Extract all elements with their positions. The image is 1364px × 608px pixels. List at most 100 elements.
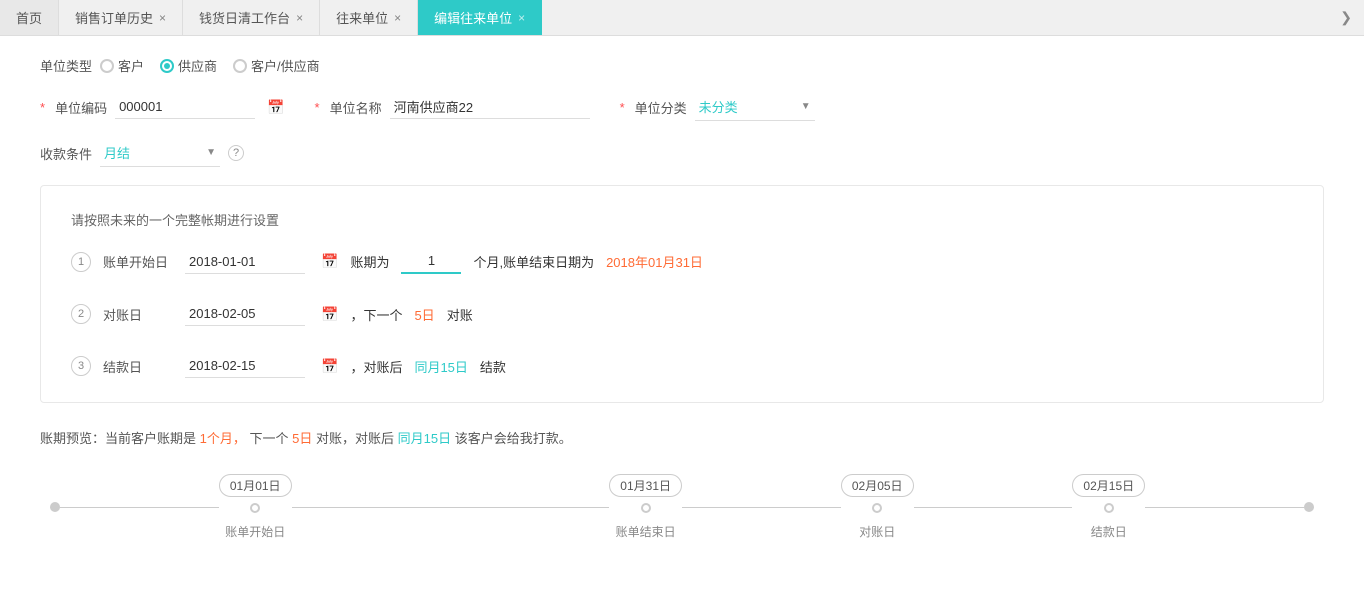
tab-home-label: 首页: [16, 8, 42, 27]
tab-partner-label: 往来单位: [336, 8, 388, 27]
tab-cash-desk-close[interactable]: ×: [296, 11, 303, 25]
tab-bar: 首页 销售订单历史 × 钱货日清工作台 × 往来单位 × 编辑往来单位 × ❯: [0, 0, 1364, 36]
unit-category-select[interactable]: 未分类 ▼: [695, 93, 815, 121]
unit-type-label: 单位类型: [40, 56, 92, 75]
timeline-visual-node-4: 02月15日 结款日: [1072, 474, 1145, 540]
timeline-line-3: [914, 507, 1073, 508]
tab-sales-history-close[interactable]: ×: [159, 11, 166, 25]
preview-reconcile: 5日: [292, 431, 312, 446]
timeline-period-unit: 个月,账单结束日期为: [473, 252, 594, 271]
tab-edit-partner-label: 编辑往来单位: [434, 8, 512, 27]
timeline-row2-prefix: ，下一个: [350, 305, 402, 324]
timeline-num-2: 2: [71, 304, 91, 324]
timeline-end-date: 2018年01月31日: [606, 252, 703, 271]
payment-terms-select[interactable]: 月结 ▼: [100, 139, 220, 167]
unit-code-required: *: [40, 100, 45, 115]
timeline-start-endpoint: [50, 502, 60, 512]
unit-name-label: 单位名称: [330, 98, 382, 117]
timeline-label-1: 账单开始日: [103, 252, 173, 271]
timeline-calendar-1-icon[interactable]: 📅: [321, 253, 338, 270]
unit-category-required: *: [620, 100, 625, 115]
unit-type-group: 单位类型 客户 供应商 客户/供应商: [40, 56, 320, 75]
timeline-visual-label-3: 对账日: [859, 523, 895, 540]
info-box: 请按照未来的一个完整帐期进行设置 1 账单开始日 📅 账期为 个月,账单结束日期…: [40, 185, 1324, 403]
tab-edit-partner-close[interactable]: ×: [518, 11, 525, 25]
timeline-visual-tag-1: 01月01日: [219, 474, 292, 497]
tab-expand-button[interactable]: ❯: [1328, 0, 1364, 35]
info-box-title: 请按照未来的一个完整帐期进行设置: [71, 210, 1293, 229]
unit-code-input[interactable]: [115, 95, 255, 119]
timeline-row3-prefix: ，对账后: [350, 357, 402, 376]
unit-name-required: *: [315, 100, 320, 115]
preview-mid: 下一个: [250, 431, 289, 446]
unit-code-label: 单位编码: [55, 98, 107, 117]
timeline-line-1: [292, 507, 610, 508]
unit-category-arrow-icon: ▼: [801, 101, 811, 112]
timeline-visual-dot-2: [641, 503, 651, 513]
unit-code-group: * 单位编码 📅: [40, 95, 285, 119]
timeline-visual-node-1: 01月01日 账单开始日: [219, 474, 292, 540]
timeline-row2-suffix: 对账: [447, 305, 473, 324]
tab-sales-history[interactable]: 销售订单历史 ×: [59, 0, 183, 35]
timeline-visual-node-2: 01月31日 账单结束日: [609, 474, 682, 540]
timeline-visual-tag-3: 02月05日: [841, 474, 914, 497]
radio-both-label: 客户/供应商: [251, 56, 320, 75]
preview-period: 1个月，: [200, 431, 246, 446]
tab-cash-desk-label: 钱货日清工作台: [199, 8, 290, 27]
timeline-visual-label-2: 账单结束日: [616, 523, 676, 540]
timeline-date-2[interactable]: [185, 302, 305, 326]
radio-group: 客户 供应商 客户/供应商: [100, 56, 320, 75]
unit-category-group: * 单位分类 未分类 ▼: [620, 93, 815, 121]
radio-supplier[interactable]: 供应商: [160, 56, 217, 75]
timeline-visual-tag-4: 02月15日: [1072, 474, 1145, 497]
payment-terms-value: 月结: [104, 143, 202, 162]
unit-name-input[interactable]: [390, 95, 590, 119]
timeline-num-3: 3: [71, 356, 91, 376]
timeline-line-2: [682, 507, 841, 508]
radio-customer-circle: [100, 59, 114, 73]
timeline-row-1: 1 账单开始日 📅 账期为 个月,账单结束日期为 2018年01月31日: [71, 249, 1293, 274]
timeline-row3-highlight: 同月15日: [414, 357, 467, 376]
radio-supplier-label: 供应商: [178, 56, 217, 75]
radio-customer-label: 客户: [118, 56, 144, 75]
tab-partner-close[interactable]: ×: [394, 11, 401, 25]
unit-type-row: 单位类型 客户 供应商 客户/供应商: [40, 56, 1324, 75]
tab-partner[interactable]: 往来单位 ×: [320, 0, 418, 35]
tab-home[interactable]: 首页: [0, 0, 59, 35]
timeline-line-4: [1145, 507, 1304, 508]
timeline-label-3: 结款日: [103, 357, 173, 376]
timeline-visual-dot-4: [1104, 503, 1114, 513]
tab-cash-desk[interactable]: 钱货日清工作台 ×: [183, 0, 320, 35]
timeline-calendar-3-icon[interactable]: 📅: [321, 358, 338, 375]
radio-customer[interactable]: 客户: [100, 56, 144, 75]
timeline-visual-label-1: 账单开始日: [225, 523, 285, 540]
timeline-end-endpoint: [1304, 502, 1314, 512]
timeline-row-3: 3 结款日 📅 ，对账后 同月15日 结款: [71, 354, 1293, 378]
tab-sales-history-label: 销售订单历史: [75, 8, 153, 27]
preview-text: 账期预览：当前客户账期是 1个月， 下一个 5日 对账，对账后 同月15日 该客…: [40, 427, 1324, 450]
unit-info-row: * 单位编码 📅 * 单位名称 * 单位分类 未分类 ▼: [40, 93, 1324, 121]
payment-terms-group: 收款条件 月结 ▼ ?: [40, 139, 244, 167]
timeline-visual-dot-3: [872, 503, 882, 513]
timeline-visual-dot-1: [250, 503, 260, 513]
timeline-date-1[interactable]: [185, 250, 305, 274]
timeline-row2-highlight: 5日: [414, 305, 434, 324]
unit-code-icon[interactable]: 📅: [267, 99, 284, 116]
timeline-period-prefix: 账期为: [350, 252, 389, 271]
unit-category-label: 单位分类: [635, 98, 687, 117]
timeline-calendar-2-icon[interactable]: 📅: [321, 306, 338, 323]
timeline-visual: 01月01日 账单开始日 01月31日 账单结束日 02月05日 对账日: [40, 474, 1324, 540]
main-content: 单位类型 客户 供应商 客户/供应商 * 单位编码: [0, 36, 1364, 608]
timeline-visual-node-3: 02月05日 对账日: [841, 474, 914, 540]
preview-prefix: 账期预览：当前客户账期是: [40, 431, 196, 446]
timeline-date-3[interactable]: [185, 354, 305, 378]
payment-terms-help-icon[interactable]: ?: [228, 145, 244, 161]
timeline-line-0: [60, 507, 219, 508]
unit-category-value: 未分类: [699, 97, 797, 116]
period-value-input[interactable]: [401, 249, 461, 274]
tab-edit-partner[interactable]: 编辑往来单位 ×: [418, 0, 542, 35]
preview-payment-suffix: 该客户会给我打款。: [455, 431, 572, 446]
radio-both[interactable]: 客户/供应商: [233, 56, 320, 75]
timeline-visual-label-4: 结款日: [1091, 523, 1127, 540]
radio-supplier-circle: [160, 59, 174, 73]
